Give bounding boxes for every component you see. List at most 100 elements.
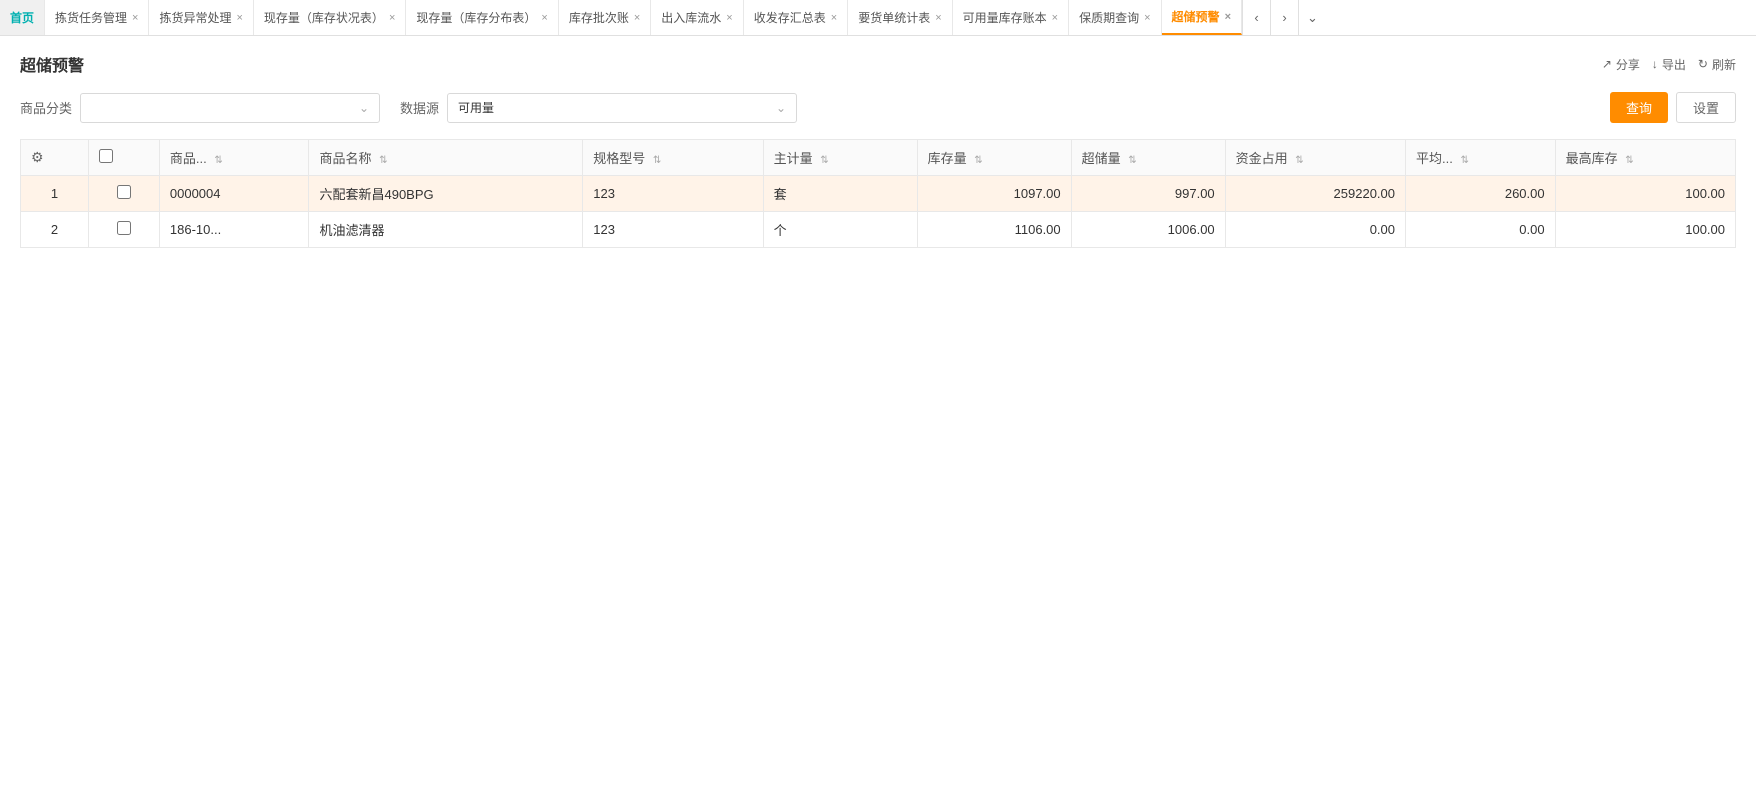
row-excess: 1006.00 <box>1071 212 1225 248</box>
sort-capital-icon: ⇅ <box>1295 155 1303 166</box>
close-tab-tab-8[interactable]: × <box>935 12 941 24</box>
col-avg-header[interactable]: 平均... ⇅ <box>1406 140 1556 176</box>
close-tab-tab-5[interactable]: × <box>634 12 640 24</box>
col-capital-header[interactable]: 资金占用 ⇅ <box>1225 140 1405 176</box>
datasource-filter-group: 数据源 可用量 ⌄ <box>400 93 797 123</box>
query-button[interactable]: 查询 <box>1610 92 1668 123</box>
col-spec-header[interactable]: 规格型号 ⇅ <box>583 140 763 176</box>
col-code-header[interactable]: 商品... ⇅ <box>159 140 309 176</box>
filter-area: 商品分类 ⌄ 数据源 可用量 ⌄ 查询 设置 <box>20 92 1736 123</box>
row-capital: 259220.00 <box>1225 176 1405 212</box>
sort-max-icon: ⇅ <box>1625 155 1633 166</box>
sort-unit-icon: ⇅ <box>820 155 828 166</box>
datasource-value: 可用量 <box>458 99 494 116</box>
row-checkbox[interactable] <box>117 221 131 235</box>
row-code: 186-10... <box>159 212 309 248</box>
close-tab-tab-7[interactable]: × <box>831 12 837 24</box>
category-filter-group: 商品分类 ⌄ <box>20 93 380 123</box>
close-tab-tab-2[interactable]: × <box>236 12 242 24</box>
row-max: 100.00 <box>1555 212 1735 248</box>
close-tab-tab-10[interactable]: × <box>1144 12 1150 24</box>
category-label: 商品分类 <box>20 98 72 117</box>
row-avg: 0.00 <box>1406 212 1556 248</box>
close-tab-tab-11[interactable]: × <box>1225 11 1231 23</box>
row-avg: 260.00 <box>1406 176 1556 212</box>
nav-tab-tab-2[interactable]: 拣货异常处理× <box>149 0 253 35</box>
nav-prev-arrow[interactable]: ‹ <box>1242 0 1270 35</box>
row-spec: 123 <box>583 176 763 212</box>
row-num: 1 <box>21 176 89 212</box>
category-dropdown-icon: ⌄ <box>359 101 369 115</box>
nav-tab-tab-5[interactable]: 库存批次账× <box>559 0 651 35</box>
nav-home[interactable]: 首页 <box>0 0 45 35</box>
settings-button[interactable]: 设置 <box>1676 92 1736 123</box>
header-actions: ↗ 分享 ↓ 导出 ↻ 刷新 <box>1602 56 1736 73</box>
col-max-header[interactable]: 最高库存 ⇅ <box>1555 140 1735 176</box>
row-name: 机油滤清器 <box>309 212 583 248</box>
nav-tab-tab-11[interactable]: 超储预警× <box>1162 0 1242 35</box>
page-title: 超储预警 <box>20 52 84 76</box>
nav-tab-tab-1[interactable]: 拣货任务管理× <box>45 0 149 35</box>
page-content: 超储预警 ↗ 分享 ↓ 导出 ↻ 刷新 商品分类 ⌄ 数据源 <box>0 36 1756 800</box>
sort-excess-icon: ⇅ <box>1128 155 1136 166</box>
nav-tab-tab-7[interactable]: 收发存汇总表× <box>744 0 848 35</box>
page-header: 超储预警 ↗ 分享 ↓ 导出 ↻ 刷新 <box>20 52 1736 76</box>
datasource-dropdown-icon: ⌄ <box>776 101 786 115</box>
nav-tab-tab-4[interactable]: 现存量（库存分布表）× <box>406 0 558 35</box>
close-tab-tab-9[interactable]: × <box>1052 12 1058 24</box>
row-checkbox-cell[interactable] <box>88 176 159 212</box>
col-stock-header[interactable]: 库存量 ⇅ <box>917 140 1071 176</box>
row-checkbox[interactable] <box>117 185 131 199</box>
table-header-row: ⚙ 商品... ⇅ 商品名称 ⇅ 规格型号 ⇅ 主计量 <box>21 140 1736 176</box>
nav-more-arrow[interactable]: ⌄ <box>1298 0 1326 35</box>
row-capital: 0.00 <box>1225 212 1405 248</box>
row-stock: 1097.00 <box>917 176 1071 212</box>
sort-stock-icon: ⇅ <box>974 155 982 166</box>
sort-name-icon: ⇅ <box>379 155 387 166</box>
row-name: 六配套新昌490BPG <box>309 176 583 212</box>
row-code: 0000004 <box>159 176 309 212</box>
row-max: 100.00 <box>1555 176 1735 212</box>
category-select[interactable]: ⌄ <box>80 93 380 123</box>
refresh-icon: ↻ <box>1698 57 1708 71</box>
nav-next-arrow[interactable]: › <box>1270 0 1298 35</box>
close-tab-tab-6[interactable]: × <box>726 12 732 24</box>
export-icon: ↓ <box>1652 57 1658 71</box>
share-icon: ↗ <box>1602 57 1612 71</box>
nav-tab-tab-9[interactable]: 可用量库存账本× <box>953 0 1069 35</box>
top-nav: 首页 拣货任务管理×拣货异常处理×现存量（库存状况表）×现存量（库存分布表）×库… <box>0 0 1756 36</box>
row-unit: 套 <box>763 176 917 212</box>
col-settings-header[interactable]: ⚙ <box>21 140 89 176</box>
row-excess: 997.00 <box>1071 176 1225 212</box>
row-spec: 123 <box>583 212 763 248</box>
row-stock: 1106.00 <box>917 212 1071 248</box>
nav-tab-tab-3[interactable]: 现存量（库存状况表）× <box>254 0 406 35</box>
row-num: 2 <box>21 212 89 248</box>
table-row: 1 0000004 六配套新昌490BPG 123 套 1097.00 997.… <box>21 176 1736 212</box>
nav-tab-tab-6[interactable]: 出入库流水× <box>651 0 743 35</box>
row-unit: 个 <box>763 212 917 248</box>
close-tab-tab-1[interactable]: × <box>132 12 138 24</box>
refresh-button[interactable]: ↻ 刷新 <box>1698 56 1736 73</box>
export-button[interactable]: ↓ 导出 <box>1652 56 1686 73</box>
table-row: 2 186-10... 机油滤清器 123 个 1106.00 1006.00 … <box>21 212 1736 248</box>
nav-tab-tab-10[interactable]: 保质期查询× <box>1069 0 1161 35</box>
nav-tab-tab-8[interactable]: 要货单统计表× <box>848 0 952 35</box>
action-buttons: 查询 设置 <box>1610 92 1736 123</box>
col-name-header[interactable]: 商品名称 ⇅ <box>309 140 583 176</box>
datasource-select[interactable]: 可用量 ⌄ <box>447 93 797 123</box>
data-table: ⚙ 商品... ⇅ 商品名称 ⇅ 规格型号 ⇅ 主计量 <box>20 139 1736 248</box>
sort-code-icon: ⇅ <box>214 155 222 166</box>
close-tab-tab-4[interactable]: × <box>541 12 547 24</box>
sort-spec-icon: ⇅ <box>653 155 661 166</box>
select-all-checkbox[interactable] <box>99 149 113 163</box>
datasource-label: 数据源 <box>400 98 439 117</box>
close-tab-tab-3[interactable]: × <box>389 12 395 24</box>
row-checkbox-cell[interactable] <box>88 212 159 248</box>
col-unit-header[interactable]: 主计量 ⇅ <box>763 140 917 176</box>
sort-avg-icon: ⇅ <box>1460 155 1468 166</box>
gear-icon[interactable]: ⚙ <box>31 149 44 165</box>
col-checkbox-header[interactable] <box>88 140 159 176</box>
col-excess-header[interactable]: 超储量 ⇅ <box>1071 140 1225 176</box>
share-button[interactable]: ↗ 分享 <box>1602 56 1640 73</box>
